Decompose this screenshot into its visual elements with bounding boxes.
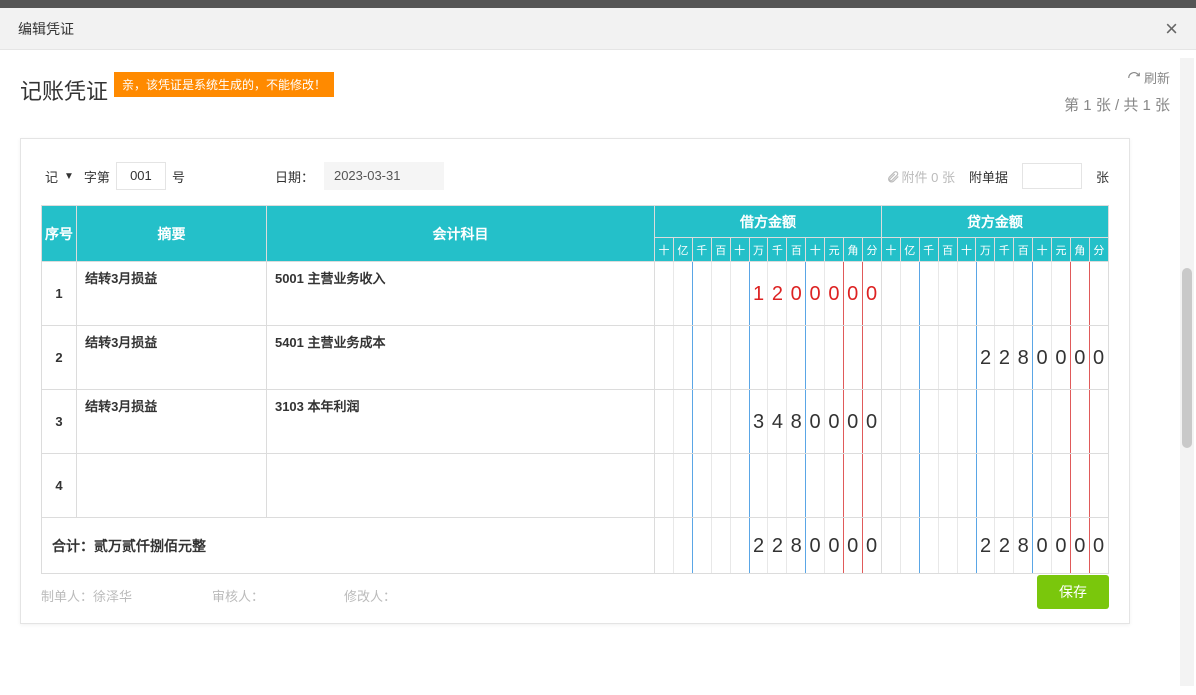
debit-cell[interactable] [655,326,882,390]
col-summary: 摘要 [77,206,267,262]
debit-cell[interactable]: 3480000 [655,390,882,454]
table-row: 4 [42,454,1109,518]
auditor: 审核人： [212,586,264,605]
voucher-card: 记 ▼ 字第 001 号 日期： 2023-03-31 附件 0 张 附单据 张 [20,138,1130,624]
summary-cell[interactable]: 结转3月损益 [77,390,267,454]
modifier: 修改人： [344,586,396,605]
modal-titlebar: 编辑凭证 × [0,8,1196,50]
date-input[interactable]: 2023-03-31 [324,162,444,190]
modal-title: 编辑凭证 [18,19,74,39]
col-seq: 序号 [42,206,77,262]
maker: 制单人：徐泽华 [41,586,132,605]
col-account: 会计科目 [266,206,654,262]
summary-cell[interactable]: 结转3月损益 [77,326,267,390]
close-icon[interactable]: × [1165,18,1178,40]
total-label: 合计：贰万贰仟捌佰元整 [42,518,655,574]
total-credit[interactable]: 2280000 [881,518,1108,574]
voucher-type-select[interactable]: 记 ▼ [41,165,78,188]
table-row: 2结转3月损益5401 主营业务成本2280000 [42,326,1109,390]
refresh-icon [1127,71,1141,85]
account-cell[interactable] [266,454,654,518]
debit-cell[interactable] [655,454,882,518]
col-credit: 贷方金额 [881,206,1108,238]
account-cell[interactable]: 5401 主营业务成本 [266,326,654,390]
credit-cell[interactable] [881,390,1108,454]
voucher-info-line: 记 ▼ 字第 001 号 日期： 2023-03-31 附件 0 张 附单据 张 [41,159,1109,193]
account-cell[interactable]: 3103 本年利润 [266,390,654,454]
voucher-table: 序号 摘要 会计科目 借方金额 贷方金额 十亿千百十万千百十元角分十亿千百十万千… [41,205,1109,574]
date-label: 日期： [275,167,314,186]
vertical-scrollbar[interactable] [1180,58,1194,686]
total-row: 合计：贰万贰仟捌佰元整22800002280000 [42,518,1109,574]
table-row: 1结转3月损益5001 主营业务收入1200000 [42,262,1109,326]
voucher-number-input[interactable]: 001 [116,162,166,190]
total-debit[interactable]: 2280000 [655,518,882,574]
account-cell[interactable]: 5001 主营业务收入 [266,262,654,326]
summary-cell[interactable]: 结转3月损益 [77,262,267,326]
table-row: 3结转3月损益3103 本年利润3480000 [42,390,1109,454]
page-title: 记账凭证 [20,74,108,106]
refresh-button[interactable]: 刷新 [1127,68,1170,87]
save-button[interactable]: 保存 [1037,575,1109,609]
scrollbar-thumb[interactable] [1182,268,1192,448]
signature-line: 制单人：徐泽华 审核人： 修改人： [41,586,1109,605]
debit-cell[interactable]: 1200000 [655,262,882,326]
summary-cell[interactable] [77,454,267,518]
credit-cell[interactable] [881,262,1108,326]
attachment-link[interactable]: 附件 0 张 [886,167,955,186]
col-debit: 借方金额 [655,206,882,238]
paperclip-icon [886,170,900,184]
caret-down-icon: ▼ [64,171,74,182]
credit-cell[interactable]: 2280000 [881,326,1108,390]
credit-cell[interactable] [881,454,1108,518]
attached-receipts-input[interactable] [1022,163,1082,189]
page-indicator: 第 1 张 / 共 1 张 [1064,94,1170,115]
app-tab-strip [0,0,1196,8]
readonly-warning-badge: 亲，该凭证是系统生成的，不能修改！ [114,72,334,97]
